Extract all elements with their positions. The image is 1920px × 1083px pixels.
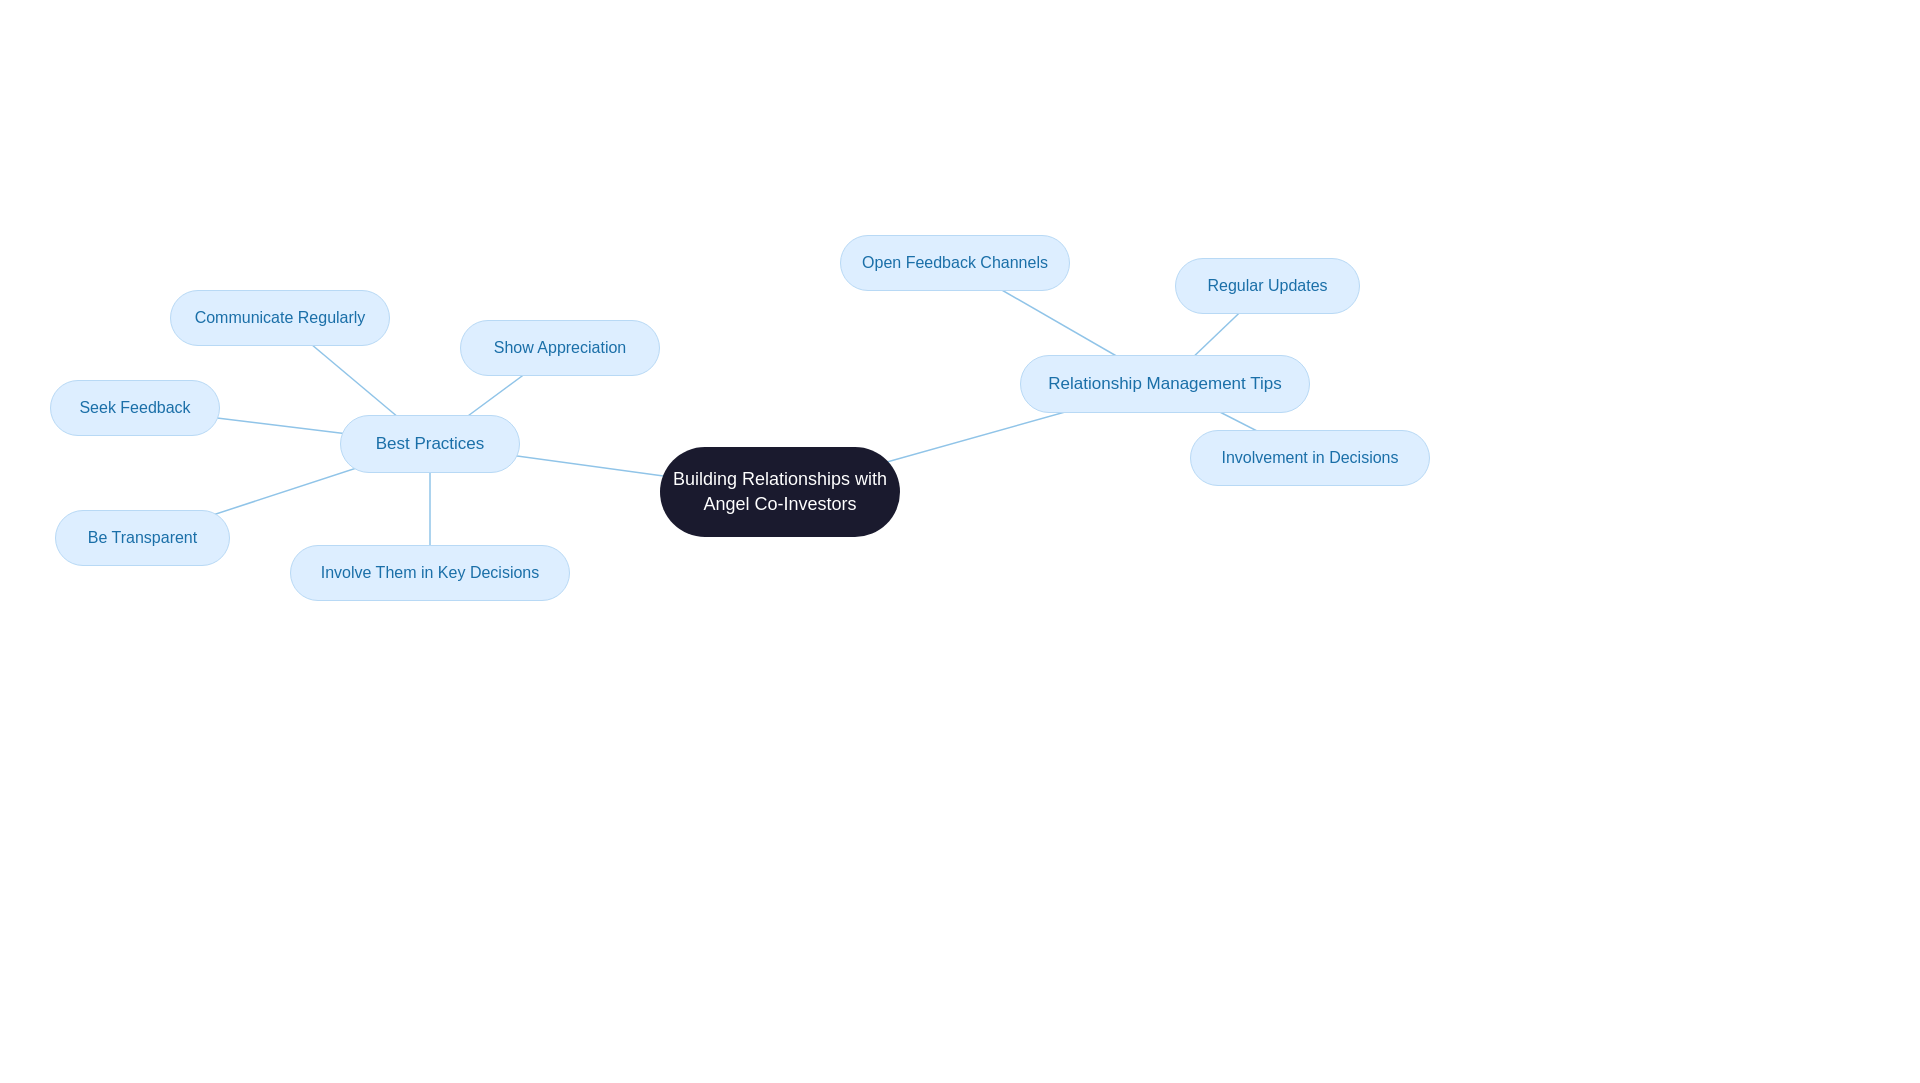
involvement-label: Involvement in Decisions [1222,449,1399,467]
involve-them-label: Involve Them in Key Decisions [321,564,539,582]
involvement-decisions-node[interactable]: Involvement in Decisions [1190,430,1430,486]
best-practices-label: Best Practices [376,434,485,454]
show-appreciation-label: Show Appreciation [494,339,627,357]
be-transparent-node[interactable]: Be Transparent [55,510,230,566]
show-appreciation-node[interactable]: Show Appreciation [460,320,660,376]
communicate-label: Communicate Regularly [195,309,366,327]
relationship-mgmt-node[interactable]: Relationship Management Tips [1020,355,1310,413]
open-feedback-label: Open Feedback Channels [862,254,1048,272]
open-feedback-node[interactable]: Open Feedback Channels [840,235,1070,291]
best-practices-node[interactable]: Best Practices [340,415,520,473]
relationship-mgmt-label: Relationship Management Tips [1048,374,1281,394]
be-transparent-label: Be Transparent [88,529,197,547]
communicate-regularly-node[interactable]: Communicate Regularly [170,290,390,346]
center-label: Building Relationships with Angel Co-Inv… [673,467,887,517]
involve-them-node[interactable]: Involve Them in Key Decisions [290,545,570,601]
regular-updates-label: Regular Updates [1207,277,1327,295]
center-node[interactable]: Building Relationships with Angel Co-Inv… [660,447,900,537]
seek-feedback-label: Seek Feedback [79,399,190,417]
regular-updates-node[interactable]: Regular Updates [1175,258,1360,314]
seek-feedback-node[interactable]: Seek Feedback [50,380,220,436]
